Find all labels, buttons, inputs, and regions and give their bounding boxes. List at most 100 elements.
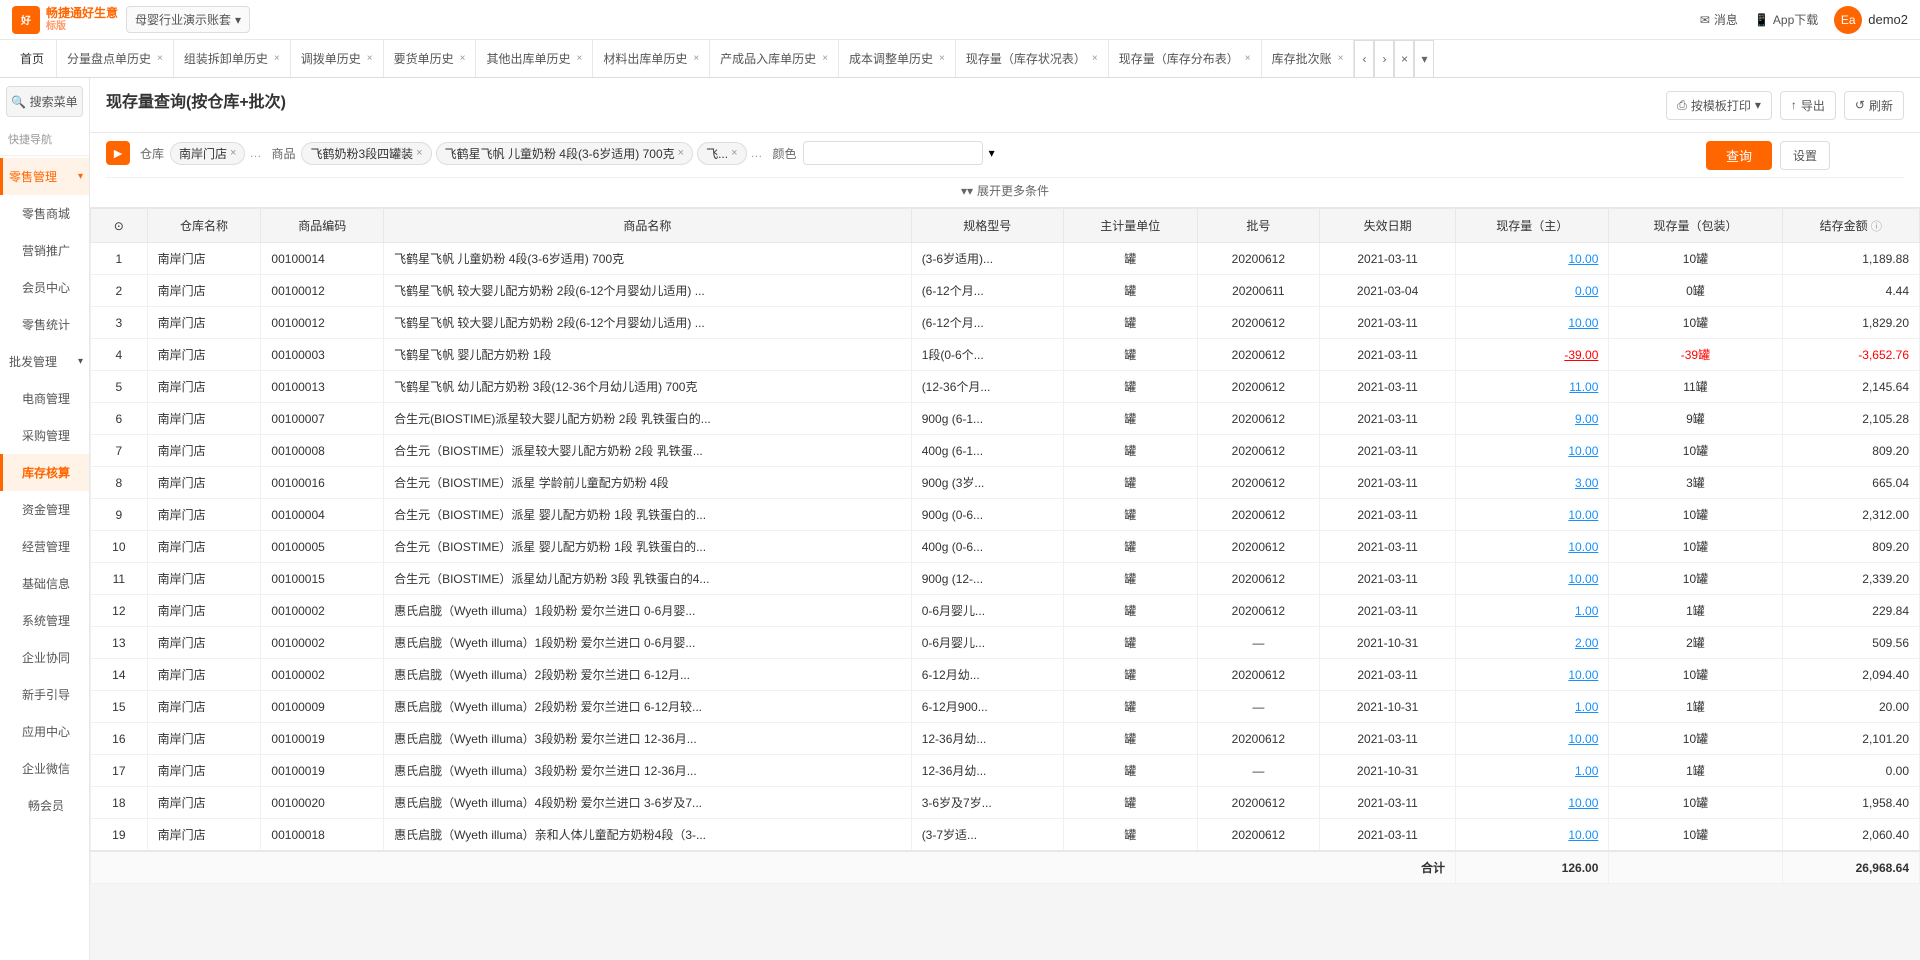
sidebar-item-stats[interactable]: 零售统计 [0,306,89,343]
sidebar-item-collab[interactable]: 企业协同 [0,639,89,676]
filter-expand-btn[interactable]: ► [106,141,130,165]
export-btn[interactable]: ↑ 导出 [1780,91,1836,120]
sidebar-item-inventory[interactable]: 库存核算 [0,454,89,491]
close-icon[interactable]: × [230,147,236,159]
color-input[interactable] [803,141,983,165]
close-icon[interactable]: × [1338,53,1344,64]
tab-xianzai1[interactable]: 现存量（库存状况表） × [956,40,1109,78]
filter-bar: ► 仓库 南岸门店 × … 商品 飞鹤奶粉3段四罐装 × [90,133,1920,208]
close-icon[interactable]: × [367,53,373,64]
row-batch: — [1197,691,1320,723]
row-batch: 20200612 [1197,531,1320,563]
app-download-btn[interactable]: 📱 App下载 [1754,11,1818,28]
close-icon[interactable]: × [416,147,422,159]
tab-prev-arrow[interactable]: ‹ [1354,40,1374,78]
tab-next-arrow[interactable]: › [1374,40,1394,78]
sidebar-item-marketing[interactable]: 营销推广 [0,232,89,269]
sidebar-item-ecom[interactable]: 电商管理 [0,380,89,417]
sidebar-item-guide[interactable]: 新手引导 [0,676,89,713]
tab-pipiliang[interactable]: 库存批次账 × [1262,40,1355,78]
product-filter-more[interactable]: … [751,146,763,160]
chevron-down-icon: ▾ [989,146,995,160]
close-icon[interactable]: × [678,147,684,159]
tab-fendian[interactable]: 分量盘点单历史 × [57,40,174,78]
close-icon[interactable]: × [1092,53,1098,64]
warehouse-tags: 南岸门店 × … [170,142,261,165]
row-spec: 900g (3岁... [911,467,1063,499]
tab-xianzai2[interactable]: 现存量（库存分布表） × [1109,40,1262,78]
sidebar-search: 🔍 搜索菜单 [0,78,89,125]
expand-more-btn[interactable]: ▾▾ 展开更多条件 [106,177,1904,199]
row-expire: 2021-10-31 [1320,755,1456,787]
footer-label: 合计 [91,851,1456,884]
close-icon[interactable]: × [693,53,699,64]
sidebar-item-wholesale[interactable]: 批发管理 ▾ [0,343,89,380]
product-tag-2: 飞鹤星飞帆 儿童奶粉 4段(3-6岁适用) 700克 × [436,142,693,165]
close-icon[interactable]: × [822,53,828,64]
row-expire: 2021-03-11 [1320,723,1456,755]
sidebar-item-purchase[interactable]: 采购管理 [0,417,89,454]
table-row: 19 南岸门店 00100018 惠氏启胧（Wyeth illuma）亲和人体儿… [91,819,1920,852]
tab-zuchai[interactable]: 组装拆卸单历史 × [174,40,291,78]
tab-chengben[interactable]: 成本调整单历史 × [839,40,956,78]
sidebar-item-vip[interactable]: 畅会员 [0,787,89,824]
sidebar-item-finance[interactable]: 资金管理 [0,491,89,528]
row-code: 00100013 [261,371,384,403]
sidebar-item-wechat[interactable]: 企业微信 [0,750,89,787]
tab-cailiao[interactable]: 材料出库单历史 × [593,40,710,78]
row-name: 惠氏启胧（Wyeth illuma）4段奶粉 爱尔兰进口 3-6岁及7... [384,787,912,819]
user-area[interactable]: Ea demo2 [1834,6,1908,34]
info-icon: ⓘ [1871,221,1882,233]
row-amount: 809.20 [1782,435,1919,467]
message-btn[interactable]: ✉ 消息 [1700,11,1738,28]
expand-more-icon: ▾▾ [961,184,973,198]
close-icon[interactable]: × [731,147,737,159]
print-btn[interactable]: ⎙ 按模板打印 ▾ [1666,91,1772,120]
row-spec: (3-7岁适... [911,819,1063,852]
table-row: 16 南岸门店 00100019 惠氏启胧（Wyeth illuma）3段奶粉 … [91,723,1920,755]
search-menu-btn[interactable]: 🔍 搜索菜单 [6,86,83,117]
search-btn[interactable]: 查询 [1706,141,1772,170]
sidebar-item-base[interactable]: 基础信息 [0,565,89,602]
row-warehouse: 南岸门店 [147,339,261,371]
row-no: 1 [91,243,148,275]
tab-qita[interactable]: 其他出库单历史 × [476,40,593,78]
row-code: 00100002 [261,595,384,627]
row-batch: 20200612 [1197,467,1320,499]
sidebar-item-retail[interactable]: 零售管理 ▾ [0,158,89,195]
row-spec: 900g (6-1... [911,403,1063,435]
filter-action-btns: 查询 设置 [1706,141,1830,170]
sidebar-item-system[interactable]: 系统管理 [0,602,89,639]
close-icon[interactable]: × [1245,53,1251,64]
row-spec: 12-36月幼... [911,723,1063,755]
chevron-down-icon: ▾ [78,356,83,367]
row-code: 00100012 [261,307,384,339]
sidebar-item-app[interactable]: 应用中心 [0,713,89,750]
sidebar-item-shop[interactable]: 零售商城 [0,195,89,232]
refresh-btn[interactable]: ↺ 刷新 [1844,91,1904,120]
tab-chanpin[interactable]: 产成品入库单历史 × [710,40,839,78]
tab-tiaobo[interactable]: 调拨单历史 × [291,40,384,78]
tab-menu[interactable]: ▾ [1414,40,1434,78]
close-icon[interactable]: × [274,53,280,64]
tab-close-all[interactable]: × [1394,40,1414,78]
sidebar-item-member[interactable]: 会员中心 [0,269,89,306]
row-qty-main: 10.00 [1456,435,1609,467]
row-expire: 2021-03-04 [1320,275,1456,307]
close-icon[interactable]: × [157,53,163,64]
row-qty-pack: 10罐 [1609,243,1782,275]
th-settings[interactable]: ⊙ [91,209,148,243]
close-icon[interactable]: × [576,53,582,64]
setting-btn[interactable]: 设置 [1780,141,1830,170]
table-row: 12 南岸门店 00100002 惠氏启胧（Wyeth illuma）1段奶粉 … [91,595,1920,627]
sidebar-item-ops[interactable]: 经营管理 [0,528,89,565]
row-expire: 2021-03-11 [1320,531,1456,563]
close-icon[interactable]: × [939,53,945,64]
close-icon[interactable]: × [460,53,466,64]
filter-more[interactable]: … [249,146,261,160]
tab-yaohuo[interactable]: 要货单历史 × [384,40,477,78]
org-selector[interactable]: 母婴行业演示账套 ▾ [126,6,250,33]
tab-home[interactable]: 首页 [8,40,57,78]
sidebar: 🔍 搜索菜单 快捷导航 零售管理 ▾ 零售商城 营销推广 会员中心 零售统计 批… [0,78,90,960]
table-footer: 合计 126.00 26,968.64 [91,851,1920,884]
